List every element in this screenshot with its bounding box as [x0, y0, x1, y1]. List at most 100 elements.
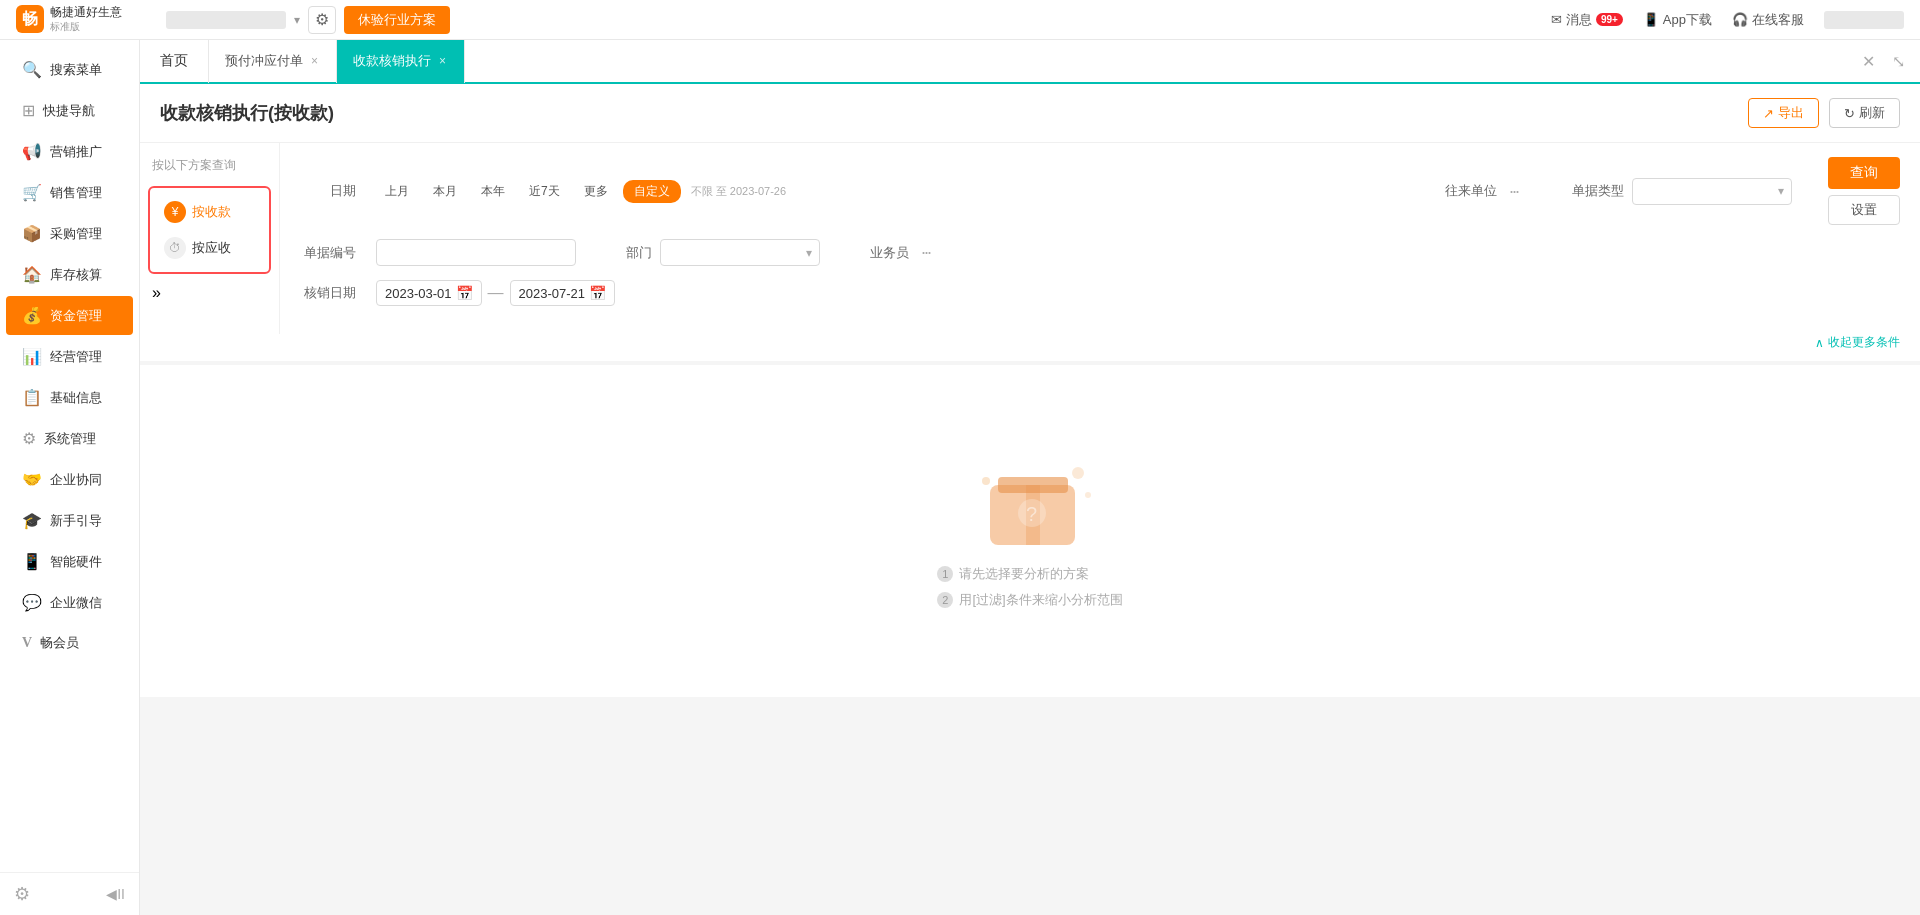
app-icon: 📱	[1643, 12, 1659, 27]
user-area[interactable]	[1824, 11, 1904, 29]
tab-home[interactable]: 首页	[140, 39, 209, 83]
tab-verify[interactable]: 收款核销执行 ×	[337, 39, 465, 83]
sidebar-label-collab: 企业协同	[50, 471, 102, 489]
filter-sidebar-body: ¥ 按收款 ⏱ 按应收	[148, 186, 271, 274]
sidebar-item-sales[interactable]: 🛒 销售管理	[6, 173, 133, 212]
collapse-more-row: ∧ 收起更多条件	[140, 334, 1920, 361]
sidebar-item-inventory[interactable]: 🏠 库存核算	[6, 255, 133, 294]
message-badge: 99+	[1596, 13, 1623, 26]
filter-row-2: 单据编号 部门 业务员 ···	[300, 239, 1900, 266]
basic-icon: 📋	[22, 388, 42, 407]
gear-button[interactable]: ⚙	[308, 6, 336, 34]
date-btn-last-month[interactable]: 上月	[376, 180, 418, 203]
page-title: 收款核销执行(按收款)	[160, 101, 334, 139]
sidebar-item-vip[interactable]: V 畅会员	[6, 624, 133, 662]
chevron-down-icon[interactable]: ▾	[294, 13, 300, 27]
empty-num-1: 1	[937, 566, 953, 582]
sidebar-item-finance[interactable]: 💰 资金管理	[6, 296, 133, 335]
app-download-button[interactable]: 📱 App下载	[1643, 11, 1712, 29]
sidebar-item-search[interactable]: 🔍 搜索菜单	[6, 50, 133, 89]
sidebar-menu: 🔍 搜索菜单 ⊞ 快捷导航 📢 营销推广 🛒 销售管理 📦 采购管理 🏠	[0, 40, 139, 872]
refresh-button[interactable]: ↻ 刷新	[1829, 98, 1900, 128]
svg-point-5	[982, 477, 990, 485]
query-button[interactable]: 查询	[1828, 157, 1900, 189]
sidebar-item-collab[interactable]: 🤝 企业协同	[6, 460, 133, 499]
topbar-title-area: ▾ ⚙ 休验行业方案	[156, 6, 1551, 34]
sidebar-label-basic: 基础信息	[50, 389, 102, 407]
page-content: 收款核销执行(按收款) ↗ 导出 ↻ 刷新 按以下方案查询	[140, 84, 1920, 915]
marketing-icon: 📢	[22, 142, 42, 161]
sidebar-label-purchase: 采购管理	[50, 225, 102, 243]
filter-sidebar-title: 按以下方案查询	[140, 153, 279, 182]
date-btn-more[interactable]: 更多	[575, 180, 617, 203]
settings-bottom-icon[interactable]: ⚙	[14, 883, 30, 905]
sidebar-item-hardware[interactable]: 📱 智能硬件	[6, 542, 133, 581]
calendar-start-icon: 📅	[456, 285, 473, 301]
collab-icon: 🤝	[22, 470, 42, 489]
message-button[interactable]: ✉ 消息 99+	[1551, 11, 1623, 29]
verify-date-end-input[interactable]: 2023-07-21 📅	[510, 280, 616, 306]
sidebar-label-vip: 畅会员	[40, 634, 79, 652]
sidebar-item-guide[interactable]: 🎓 新手引导	[6, 501, 133, 540]
doc-type-label: 单据类型	[1572, 182, 1624, 200]
sidebar-label-sales: 销售管理	[50, 184, 102, 202]
holiday-button[interactable]: 休验行业方案	[344, 6, 450, 34]
sidebar-item-business[interactable]: 📊 经营管理	[6, 337, 133, 376]
dept-select[interactable]	[660, 239, 820, 266]
expand-window-icon[interactable]: ⤡	[1884, 47, 1912, 75]
layout: 🔍 搜索菜单 ⊞ 快捷导航 📢 营销推广 🛒 销售管理 📦 采购管理 🏠	[0, 40, 1920, 915]
date-btn-7days[interactable]: 近7天	[520, 180, 569, 203]
date-btn-this-month[interactable]: 本月	[424, 180, 466, 203]
filter-row-1: 日期 上月 本月 本年 近7天 更多 自定义 不限 至 2023-07-26	[300, 157, 1900, 225]
empty-hint-2: 2 用[过滤]条件来缩小分析范围	[937, 591, 1122, 609]
logo-icon: 畅	[16, 5, 44, 33]
sales-icon: 🛒	[22, 183, 42, 202]
sidebar-item-basic[interactable]: 📋 基础信息	[6, 378, 133, 417]
filter-sidebar: 按以下方案查询 ¥ 按收款 ⏱ 按应收 »	[140, 143, 280, 334]
filter-main: 日期 上月 本月 本年 近7天 更多 自定义 不限 至 2023-07-26	[280, 143, 1920, 334]
counterpart-label: 往来单位	[1445, 182, 1497, 200]
date-btn-this-year[interactable]: 本年	[472, 180, 514, 203]
settings-button[interactable]: 设置	[1828, 195, 1900, 225]
doc-type-select[interactable]	[1632, 178, 1792, 205]
tab-prepay-close[interactable]: ×	[309, 52, 320, 70]
sidebar-item-quicknav[interactable]: ⊞ 快捷导航	[6, 91, 133, 130]
counterpart-more-icon[interactable]: ···	[1505, 181, 1522, 202]
sidebar-item-system[interactable]: ⚙ 系统管理	[6, 419, 133, 458]
sidebar-item-wechat[interactable]: 💬 企业微信	[6, 583, 133, 622]
inventory-icon: 🏠	[22, 265, 42, 284]
doc-no-input[interactable]	[376, 239, 576, 266]
tab-verify-close[interactable]: ×	[437, 52, 448, 70]
tab-actions: ✕ ⤡	[1854, 47, 1920, 75]
filter-collapse-button[interactable]: »	[140, 278, 279, 302]
topbar-right: ✉ 消息 99+ 📱 App下载 🎧 在线客服	[1551, 11, 1904, 29]
tab-prepay[interactable]: 预付冲应付单 ×	[209, 39, 337, 83]
close-window-icon[interactable]: ✕	[1854, 47, 1882, 75]
sidebar-label-system: 系统管理	[44, 430, 96, 448]
filter-area: 按以下方案查询 ¥ 按收款 ⏱ 按应收 »	[140, 143, 1920, 334]
hardware-icon: 📱	[22, 552, 42, 571]
online-service-button[interactable]: 🎧 在线客服	[1732, 11, 1804, 29]
verify-date-range: 2023-03-01 📅 — 2023-07-21 📅	[376, 280, 615, 306]
sidebar-label-search: 搜索菜单	[50, 61, 102, 79]
dept-select-wrap	[660, 239, 820, 266]
export-button[interactable]: ↗ 导出	[1748, 98, 1819, 128]
collapse-sidebar-icon[interactable]: ◀II	[106, 886, 125, 902]
sidebar-label-marketing: 营销推广	[50, 143, 102, 161]
sidebar-label-hardware: 智能硬件	[50, 553, 102, 571]
collapse-more-button[interactable]: ∧ 收起更多条件	[1815, 334, 1900, 351]
filter-option-by-receivable[interactable]: ⏱ 按应收	[154, 230, 265, 266]
sidebar-item-marketing[interactable]: 📢 营销推广	[6, 132, 133, 171]
empty-svg: ?	[970, 445, 1100, 555]
sidebar-item-purchase[interactable]: 📦 采购管理	[6, 214, 133, 253]
date-btn-custom[interactable]: 自定义	[623, 180, 681, 203]
verify-date-start-input[interactable]: 2023-03-01 📅	[376, 280, 482, 306]
sidebar-label-wechat: 企业微信	[50, 594, 102, 612]
sidebar-label-finance: 资金管理	[50, 307, 102, 325]
filter-option-by-receipt[interactable]: ¥ 按收款	[154, 194, 265, 230]
topbar-blurred	[166, 11, 286, 29]
date-no-limit: 不限	[691, 185, 713, 197]
sidebar-bottom: ⚙ ◀II	[0, 872, 139, 915]
staff-more-icon[interactable]: ···	[917, 242, 934, 263]
dept-label: 部门	[626, 244, 652, 262]
